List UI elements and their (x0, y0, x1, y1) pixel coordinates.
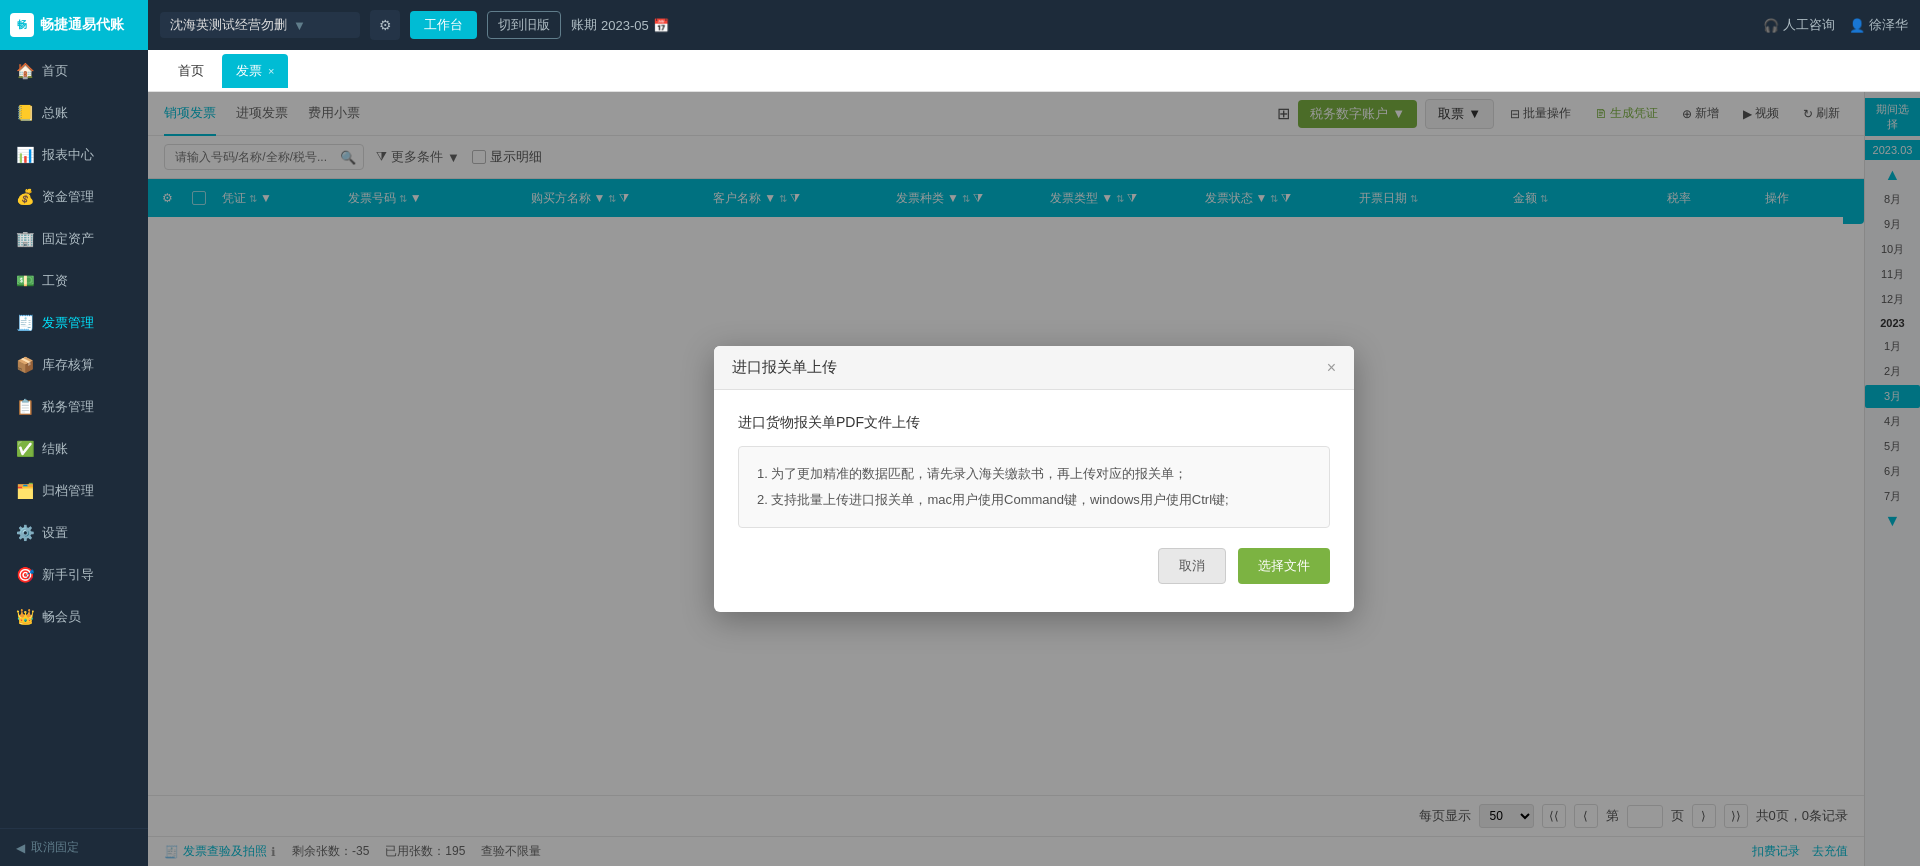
modal-close-button[interactable]: × (1327, 360, 1336, 376)
tab-invoice[interactable]: 发票 × (222, 54, 288, 88)
sidebar-item-capital[interactable]: 💰 资金管理 (0, 176, 148, 218)
sidebar-item-label: 畅会员 (42, 608, 81, 626)
invoice-icon: 🧾 (16, 314, 34, 332)
sidebar-item-label: 归档管理 (42, 482, 94, 500)
sidebar-item-ledger[interactable]: 📒 总账 (0, 92, 148, 134)
modal-overlay: 进口报关单上传 × 进口货物报关单PDF文件上传 1. 为了更加精准的数据匹配，… (148, 92, 1920, 866)
sidebar-item-archive[interactable]: 🗂️ 归档管理 (0, 470, 148, 512)
sidebar-item-label: 设置 (42, 524, 68, 542)
sidebar-item-label: 固定资产 (42, 230, 94, 248)
tax-icon: 📋 (16, 398, 34, 416)
sidebar-item-settings[interactable]: ⚙️ 设置 (0, 512, 148, 554)
sidebar-item-guide[interactable]: 🎯 新手引导 (0, 554, 148, 596)
tab-home[interactable]: 首页 (164, 54, 218, 88)
company-chevron-icon: ▼ (293, 18, 306, 33)
sidebar-item-inventory[interactable]: 📦 库存核算 (0, 344, 148, 386)
guide-icon: 🎯 (16, 566, 34, 584)
member-icon: 👑 (16, 608, 34, 626)
sidebar-item-label: 报表中心 (42, 146, 94, 164)
company-name: 沈海英测试经营勿删 (170, 16, 287, 34)
content-area: 销项发票 进项发票 费用小票 ⊞ 税务数字账户 ▼ 取票 ▼ ⊟ (148, 92, 1920, 866)
pin-icon: ◀ (16, 841, 25, 855)
modal-title: 进口报关单上传 (732, 358, 837, 377)
asset-icon: 🏢 (16, 230, 34, 248)
modal-info-item-1: 1. 为了更加精准的数据匹配，请先录入海关缴款书，再上传对应的报关单； (757, 461, 1311, 487)
oldver-button[interactable]: 切到旧版 (487, 11, 561, 39)
sidebar-item-report[interactable]: 📊 报表中心 (0, 134, 148, 176)
sidebar-item-label: 资金管理 (42, 188, 94, 206)
sidebar-item-label: 结账 (42, 440, 68, 458)
report-icon: 📊 (16, 146, 34, 164)
headset-icon: 🎧 (1763, 18, 1779, 33)
close-period-icon: ✅ (16, 440, 34, 458)
import-customs-modal: 进口报关单上传 × 进口货物报关单PDF文件上传 1. 为了更加精准的数据匹配，… (714, 346, 1354, 612)
modal-footer: 取消 选择文件 (738, 548, 1330, 592)
sidebar-item-label: 总账 (42, 104, 68, 122)
modal-select-file-button[interactable]: 选择文件 (1238, 548, 1330, 584)
help-button[interactable]: 🎧 人工咨询 (1763, 16, 1835, 34)
nav-tabs: 首页 发票 × (148, 50, 1920, 92)
app-logo: 畅 畅捷通易代账 (0, 0, 148, 50)
modal-info-box: 1. 为了更加精准的数据匹配，请先录入海关缴款书，再上传对应的报关单； 2. 支… (738, 446, 1330, 528)
salary-icon: 💵 (16, 272, 34, 290)
inventory-icon: 📦 (16, 356, 34, 374)
capital-icon: 💰 (16, 188, 34, 206)
calendar-icon: 📅 (653, 18, 669, 33)
sidebar-item-tax[interactable]: 📋 税务管理 (0, 386, 148, 428)
sidebar-item-label: 税务管理 (42, 398, 94, 416)
modal-header: 进口报关单上传 × (714, 346, 1354, 390)
sidebar-item-salary[interactable]: 💵 工资 (0, 260, 148, 302)
period-display: 账期 2023-05 📅 (571, 16, 669, 34)
ledger-icon: 📒 (16, 104, 34, 122)
sidebar-item-asset[interactable]: 🏢 固定资产 (0, 218, 148, 260)
sidebar-item-close[interactable]: ✅ 结账 (0, 428, 148, 470)
sidebar-item-label: 首页 (42, 62, 68, 80)
user-avatar-icon: 👤 (1849, 18, 1865, 33)
sidebar-item-label: 工资 (42, 272, 68, 290)
sidebar-item-member[interactable]: 👑 畅会员 (0, 596, 148, 638)
modal-info-item-2: 2. 支持批量上传进口报关单，mac用户使用Command键，windows用户… (757, 487, 1311, 513)
logo-icon: 畅 (10, 13, 34, 37)
worktable-button[interactable]: 工作台 (410, 11, 477, 39)
topbar: 沈海英测试经营勿删 ▼ ⚙ 工作台 切到旧版 账期 2023-05 📅 🎧 人工… (148, 0, 1920, 50)
modal-section-title: 进口货物报关单PDF文件上传 (738, 414, 1330, 432)
tab-close-icon[interactable]: × (268, 65, 274, 77)
sidebar-item-home[interactable]: 🏠 首页 (0, 50, 148, 92)
unpin-button[interactable]: ◀ 取消固定 (0, 828, 148, 866)
sidebar-item-invoice[interactable]: 🧾 发票管理 (0, 302, 148, 344)
sidebar: 畅 畅捷通易代账 🏠 首页 📒 总账 📊 报表中心 💰 资金管理 🏢 固定资产 … (0, 0, 148, 866)
user-menu[interactable]: 👤 徐泽华 (1849, 16, 1908, 34)
sidebar-item-label: 发票管理 (42, 314, 94, 332)
modal-cancel-button[interactable]: 取消 (1158, 548, 1226, 584)
sidebar-item-label: 新手引导 (42, 566, 94, 584)
topbar-right: 🎧 人工咨询 👤 徐泽华 (1763, 16, 1908, 34)
archive-icon: 🗂️ (16, 482, 34, 500)
home-icon: 🏠 (16, 62, 34, 80)
settings-icon: ⚙️ (16, 524, 34, 542)
app-name: 畅捷通易代账 (40, 16, 124, 34)
company-selector[interactable]: 沈海英测试经营勿删 ▼ (160, 12, 360, 38)
main-area: 沈海英测试经营勿删 ▼ ⚙ 工作台 切到旧版 账期 2023-05 📅 🎧 人工… (148, 0, 1920, 866)
sidebar-item-label: 库存核算 (42, 356, 94, 374)
modal-body: 进口货物报关单PDF文件上传 1. 为了更加精准的数据匹配，请先录入海关缴款书，… (714, 390, 1354, 612)
company-settings-button[interactable]: ⚙ (370, 10, 400, 40)
